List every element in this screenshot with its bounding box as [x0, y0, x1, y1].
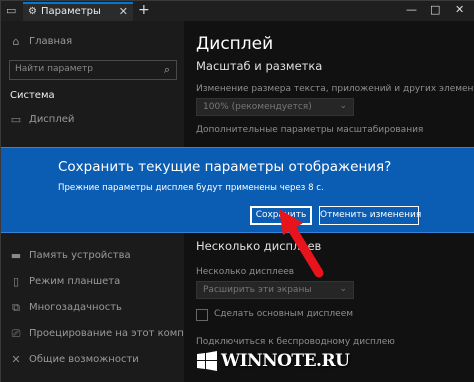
- pointer-arrow: [279, 209, 324, 278]
- settings-window: ▭ ⚙ Параметры ✕ + — □ ✕ ⌂ Главная Найти …: [0, 0, 474, 382]
- windows-logo-icon: [197, 351, 217, 371]
- watermark-text: WINNOTE.RU: [221, 351, 350, 371]
